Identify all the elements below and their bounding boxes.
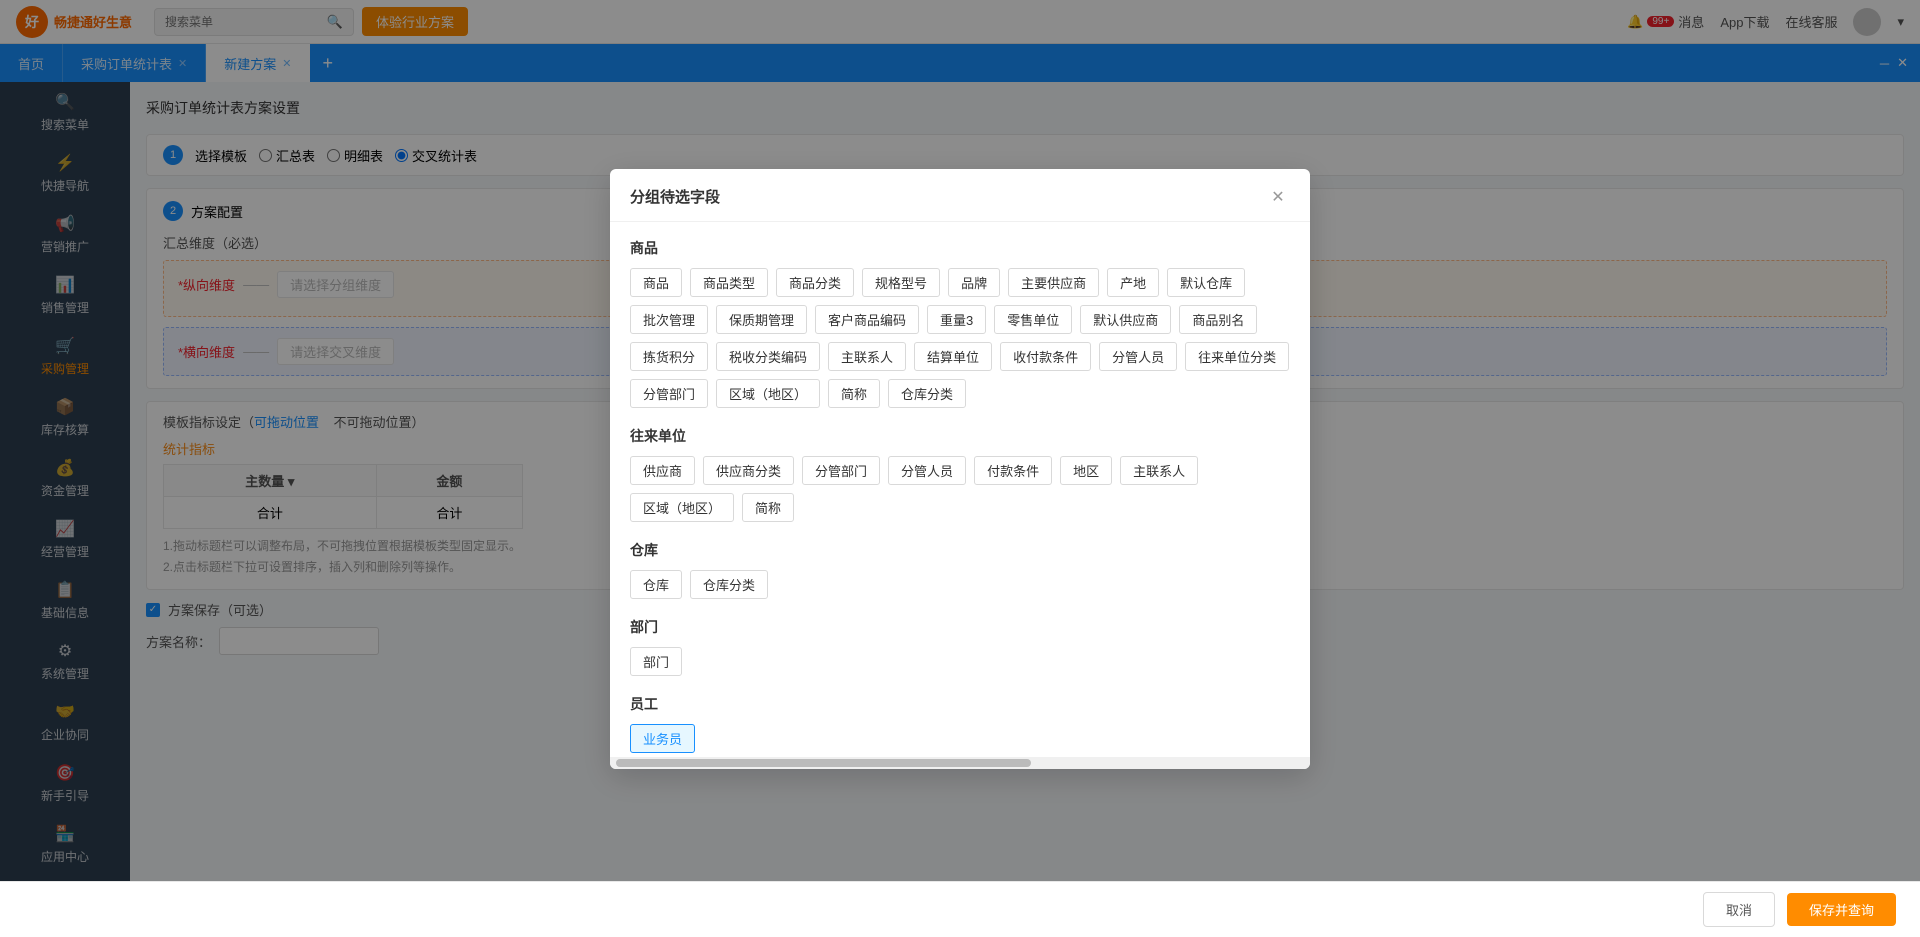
- cancel-button[interactable]: 取消: [1703, 892, 1775, 927]
- tag-customer-code[interactable]: 客户商品编码: [815, 305, 919, 334]
- employee-tags: 业务员: [630, 724, 1290, 753]
- tag-supplier-category[interactable]: 供应商分类: [703, 456, 794, 485]
- partner-tags: 供应商 供应商分类 分管部门 分管人员 付款条件 地区 主联系人 区域（地区） …: [630, 456, 1290, 522]
- group-title-partner: 往来单位: [630, 426, 1290, 446]
- tag-default-warehouse[interactable]: 默认仓库: [1167, 268, 1245, 297]
- dept-tags: 部门: [630, 647, 1290, 676]
- tag-partner-supervisor[interactable]: 分管人员: [888, 456, 966, 485]
- tag-batch-mgmt[interactable]: 批次管理: [630, 305, 708, 334]
- product-tags: 商品 商品类型 商品分类 规格型号 品牌 主要供应商 产地 默认仓库 批次管理 …: [630, 268, 1290, 408]
- tag-supplier[interactable]: 供应商: [630, 456, 695, 485]
- tag-salesperson[interactable]: 业务员: [630, 724, 695, 753]
- group-title-dept: 部门: [630, 617, 1290, 637]
- tag-department[interactable]: 部门: [630, 647, 682, 676]
- group-title-warehouse: 仓库: [630, 540, 1290, 560]
- tag-dept[interactable]: 分管部门: [630, 379, 708, 408]
- tag-unit-category[interactable]: 往来单位分类: [1185, 342, 1289, 371]
- tag-warehouse-category[interactable]: 仓库分类: [888, 379, 966, 408]
- tag-main-supplier[interactable]: 主要供应商: [1008, 268, 1099, 297]
- tag-default-supplier[interactable]: 默认供应商: [1080, 305, 1171, 334]
- field-group-employee: 员工 业务员: [630, 694, 1290, 753]
- group-title-employee: 员工: [630, 694, 1290, 714]
- tag-main-contact[interactable]: 主联系人: [828, 342, 906, 371]
- tag-shelf-life[interactable]: 保质期管理: [716, 305, 807, 334]
- bottom-bar: 取消 保存并查询: [0, 881, 1920, 937]
- field-group-partner: 往来单位 供应商 供应商分类 分管部门 分管人员 付款条件 地区 主联系人 区域…: [630, 426, 1290, 522]
- warehouse-tags: 仓库 仓库分类: [630, 570, 1290, 599]
- tag-spec-model[interactable]: 规格型号: [862, 268, 940, 297]
- tag-product-type[interactable]: 商品类型: [690, 268, 768, 297]
- tag-region[interactable]: 区域（地区）: [716, 379, 820, 408]
- modal-header: 分组待选字段 ✕: [610, 169, 1310, 222]
- tag-area[interactable]: 地区: [1060, 456, 1112, 485]
- modal-body: 商品 商品 商品类型 商品分类 规格型号 品牌 主要供应商 产地 默认仓库 批次…: [610, 222, 1310, 757]
- tag-partner-short[interactable]: 简称: [742, 493, 794, 522]
- tag-product-alias[interactable]: 商品别名: [1179, 305, 1257, 334]
- modal-title: 分组待选字段: [630, 186, 720, 207]
- tag-retail-unit[interactable]: 零售单位: [994, 305, 1072, 334]
- tag-payment-terms[interactable]: 收付款条件: [1000, 342, 1091, 371]
- field-group-warehouse: 仓库 仓库 仓库分类: [630, 540, 1290, 599]
- field-select-modal: 分组待选字段 ✕ 商品 商品 商品类型 商品分类 规格型号 品牌 主要供应商 产…: [610, 169, 1310, 769]
- modal-hscrollbar[interactable]: [610, 757, 1310, 769]
- tag-settle-unit[interactable]: 结算单位: [914, 342, 992, 371]
- tag-warehouse[interactable]: 仓库: [630, 570, 682, 599]
- tag-payment-cond[interactable]: 付款条件: [974, 456, 1052, 485]
- field-group-product: 商品 商品 商品类型 商品分类 规格型号 品牌 主要供应商 产地 默认仓库 批次…: [630, 238, 1290, 408]
- group-title-product: 商品: [630, 238, 1290, 258]
- tag-origin[interactable]: 产地: [1107, 268, 1159, 297]
- save-button[interactable]: 保存并查询: [1787, 893, 1896, 926]
- tag-brand[interactable]: 品牌: [948, 268, 1000, 297]
- tag-product[interactable]: 商品: [630, 268, 682, 297]
- tag-wh-category[interactable]: 仓库分类: [690, 570, 768, 599]
- tag-supervisor[interactable]: 分管人员: [1099, 342, 1177, 371]
- tag-weight3[interactable]: 重量3: [927, 305, 986, 334]
- tag-tax-code[interactable]: 税收分类编码: [716, 342, 820, 371]
- tag-partner-contact[interactable]: 主联系人: [1120, 456, 1198, 485]
- field-group-dept: 部门 部门: [630, 617, 1290, 676]
- modal-hscroll-thumb[interactable]: [616, 759, 1031, 767]
- tag-pick-points[interactable]: 拣货积分: [630, 342, 708, 371]
- tag-product-category[interactable]: 商品分类: [776, 268, 854, 297]
- modal-close-btn[interactable]: ✕: [1266, 185, 1290, 209]
- tag-partner-dept[interactable]: 分管部门: [802, 456, 880, 485]
- tag-short-name[interactable]: 简称: [828, 379, 880, 408]
- tag-partner-region[interactable]: 区域（地区）: [630, 493, 734, 522]
- modal-overlay: 分组待选字段 ✕ 商品 商品 商品类型 商品分类 规格型号 品牌 主要供应商 产…: [0, 0, 1920, 937]
